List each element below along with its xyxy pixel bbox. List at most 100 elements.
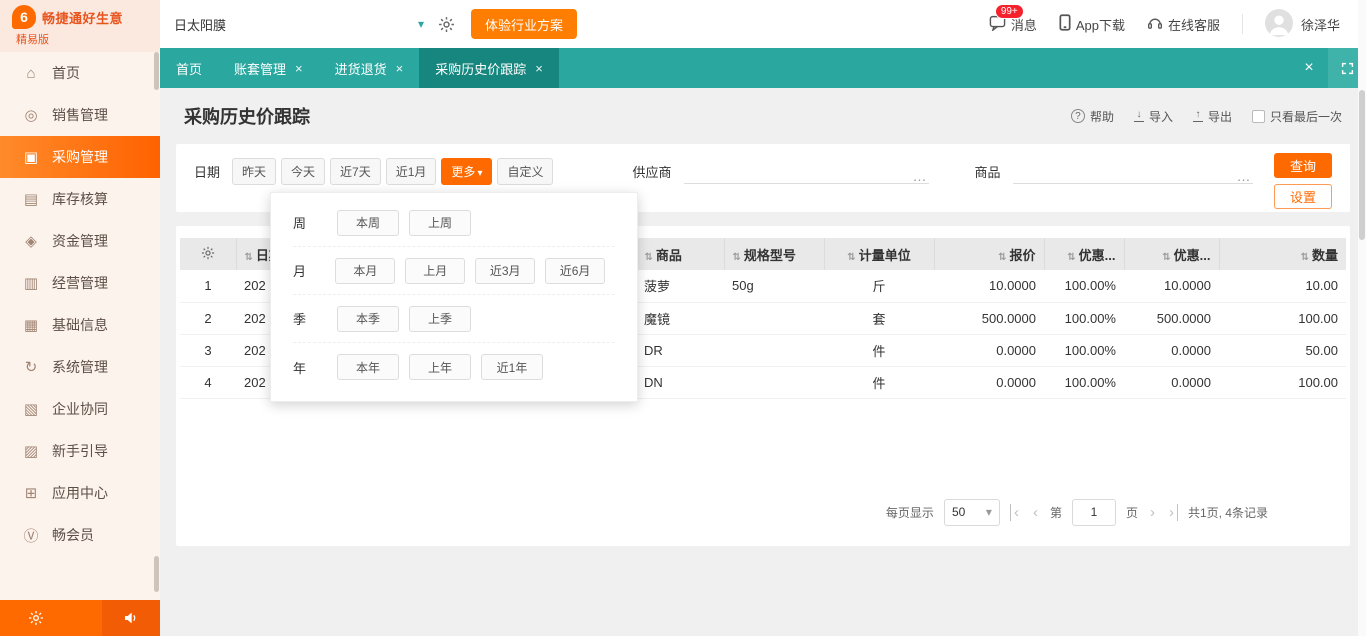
date-quick-today[interactable]: 今天 [281,158,325,185]
group-label: 周 [293,213,337,232]
sidebar-item-home[interactable]: ⌂ 首页 [0,52,160,94]
scrollbar-thumb[interactable] [1359,90,1365,240]
sidebar-item-funds[interactable]: ◈ 资金管理 [0,220,160,262]
option-last-week[interactable]: 上周 [409,210,471,236]
date-custom-button[interactable]: 自定义 [497,158,553,185]
dropdown-row-quarter: 季 本季 上季 [293,295,615,343]
sidebar-item-operations[interactable]: ▥ 经营管理 [0,262,160,304]
row-index: 4 [180,366,236,398]
sort-icon[interactable]: ⇅ [847,252,855,263]
query-button[interactable]: 查询 [1274,153,1332,178]
per-page-label: 每页显示 [886,504,934,521]
tab-label: 账套管理 [234,59,286,78]
last-only-checkbox[interactable] [1252,110,1265,123]
tab-home[interactable]: 首页 [160,48,218,88]
sidebar-scrollbar-thumb[interactable] [154,556,159,592]
sidebar-scrollbar-thumb[interactable] [154,52,159,90]
online-service-button[interactable]: 在线客服 [1147,15,1220,34]
cell-price: 0.0000 [934,366,1044,398]
date-quick-7days[interactable]: 近7天 [330,158,381,185]
sidebar-item-purchase[interactable]: ▣ 采购管理 [0,136,160,178]
date-more-button[interactable]: 更多▾ [441,158,492,185]
option-last-year[interactable]: 上年 [409,354,471,380]
sort-icon[interactable]: ⇅ [645,252,653,263]
help-button[interactable]: ? 帮助 [1071,108,1114,125]
date-quick-yesterday[interactable]: 昨天 [232,158,276,185]
app-download-button[interactable]: App下载 [1059,14,1125,34]
sort-icon[interactable]: ⇅ [733,252,741,263]
column-header-unit[interactable]: ⇅计量单位 [824,238,934,270]
option-last-3-months[interactable]: 近3月 [475,258,535,284]
column-header-price[interactable]: ⇅报价 [934,238,1044,270]
sort-icon[interactable]: ⇅ [1067,252,1075,263]
import-button[interactable]: ↓ 导入 [1134,108,1173,125]
cell-discount-price: 0.0000 [1124,334,1219,366]
sidebar-item-guide[interactable]: ▨ 新手引导 [0,430,160,472]
account-settings-gear-icon[interactable] [438,16,455,33]
page-number-input[interactable] [1072,499,1116,526]
tab-account-books[interactable]: 账套管理 × [218,48,319,88]
close-all-tabs-icon[interactable]: × [1290,48,1328,88]
cell-discount-price: 0.0000 [1124,366,1219,398]
cell-qty: 100.00 [1219,302,1346,334]
close-icon[interactable]: × [535,61,543,76]
option-last-month[interactable]: 上月 [405,258,465,284]
close-icon[interactable]: × [396,61,404,76]
settings-button[interactable]: 设置 [1274,184,1332,209]
product-picker-ellipsis-icon[interactable]: … [1235,169,1253,183]
last-only-toggle[interactable]: 只看最后一次 [1252,108,1342,125]
sidebar-item-inventory[interactable]: ▤ 库存核算 [0,178,160,220]
next-page-icon[interactable]: › [1148,504,1157,521]
date-filter-label: 日期 [194,162,220,181]
option-last-quarter[interactable]: 上季 [409,306,471,332]
option-this-quarter[interactable]: 本季 [337,306,399,332]
option-this-year[interactable]: 本年 [337,354,399,380]
tab-purchase-history-price[interactable]: 采购历史价跟踪 × [419,48,559,88]
product-input[interactable] [1013,168,1235,183]
sidebar-item-sales[interactable]: ◎ 销售管理 [0,94,160,136]
per-page-select[interactable]: 50 ▾ [944,499,1000,526]
messages-button[interactable]: 99+ 消息 [989,15,1037,34]
sidebar-item-app-center[interactable]: ⊞ 应用中心 [0,472,160,514]
column-header-discount-price[interactable]: ⇅优惠... [1124,238,1219,270]
app-center-icon: ⊞ [22,484,40,502]
option-last-12-months[interactable]: 近1年 [481,354,543,380]
window-scrollbar[interactable] [1358,0,1366,636]
option-last-6-months[interactable]: 近6月 [545,258,605,284]
tab-label: 采购历史价跟踪 [435,59,526,78]
column-header-product[interactable]: ⇅商品 [636,238,724,270]
supplier-input[interactable] [684,168,911,183]
sort-icon[interactable]: ⇅ [998,252,1006,263]
sidebar-item-member[interactable]: Ⓥ 畅会员 [0,514,160,556]
industry-solution-button[interactable]: 体验行业方案 [471,9,577,39]
date-quick-1month[interactable]: 近1月 [386,158,437,185]
user-menu[interactable]: 徐泽华 [1265,9,1340,40]
sort-icon[interactable]: ⇅ [245,252,253,263]
announcement-speaker-icon[interactable] [102,600,160,636]
last-page-icon[interactable]: › [1167,504,1178,521]
column-settings-gear-icon[interactable] [180,238,236,270]
help-label: 帮助 [1090,108,1114,125]
column-header-spec[interactable]: ⇅规格型号 [724,238,824,270]
tab-purchase-returns[interactable]: 进货退货 × [319,48,420,88]
account-book-select[interactable]: 日太阳膜 ▾ [174,15,424,34]
column-header-discount-rate[interactable]: ⇅优惠... [1044,238,1124,270]
export-button[interactable]: ↑ 导出 [1193,108,1232,125]
prev-page-icon[interactable]: ‹ [1031,504,1040,521]
tabbar: 首页 账套管理 × 进货退货 × 采购历史价跟踪 × × [160,48,1366,88]
first-page-icon[interactable]: ‹ [1010,504,1021,521]
page-prefix-label: 第 [1050,504,1062,521]
sidebar-item-base-info[interactable]: ▦ 基础信息 [0,304,160,346]
option-this-month[interactable]: 本月 [335,258,395,284]
sort-icon[interactable]: ⇅ [1301,252,1309,263]
option-this-week[interactable]: 本周 [337,210,399,236]
sidebar: 6 畅捷通好生意 精易版 ⌂ 首页 ◎ 销售管理 ▣ 采购管理 ▤ 库存核算 [0,0,160,636]
close-icon[interactable]: × [295,61,303,76]
sidebar-item-system[interactable]: ↻ 系统管理 [0,346,160,388]
sidebar-item-label: 系统管理 [52,357,108,377]
supplier-picker-ellipsis-icon[interactable]: … [911,169,929,183]
column-header-qty[interactable]: ⇅数量 [1219,238,1346,270]
settings-gear-icon[interactable] [28,610,44,626]
sort-icon[interactable]: ⇅ [1162,252,1170,263]
sidebar-item-collaboration[interactable]: ▧ 企业协同 [0,388,160,430]
